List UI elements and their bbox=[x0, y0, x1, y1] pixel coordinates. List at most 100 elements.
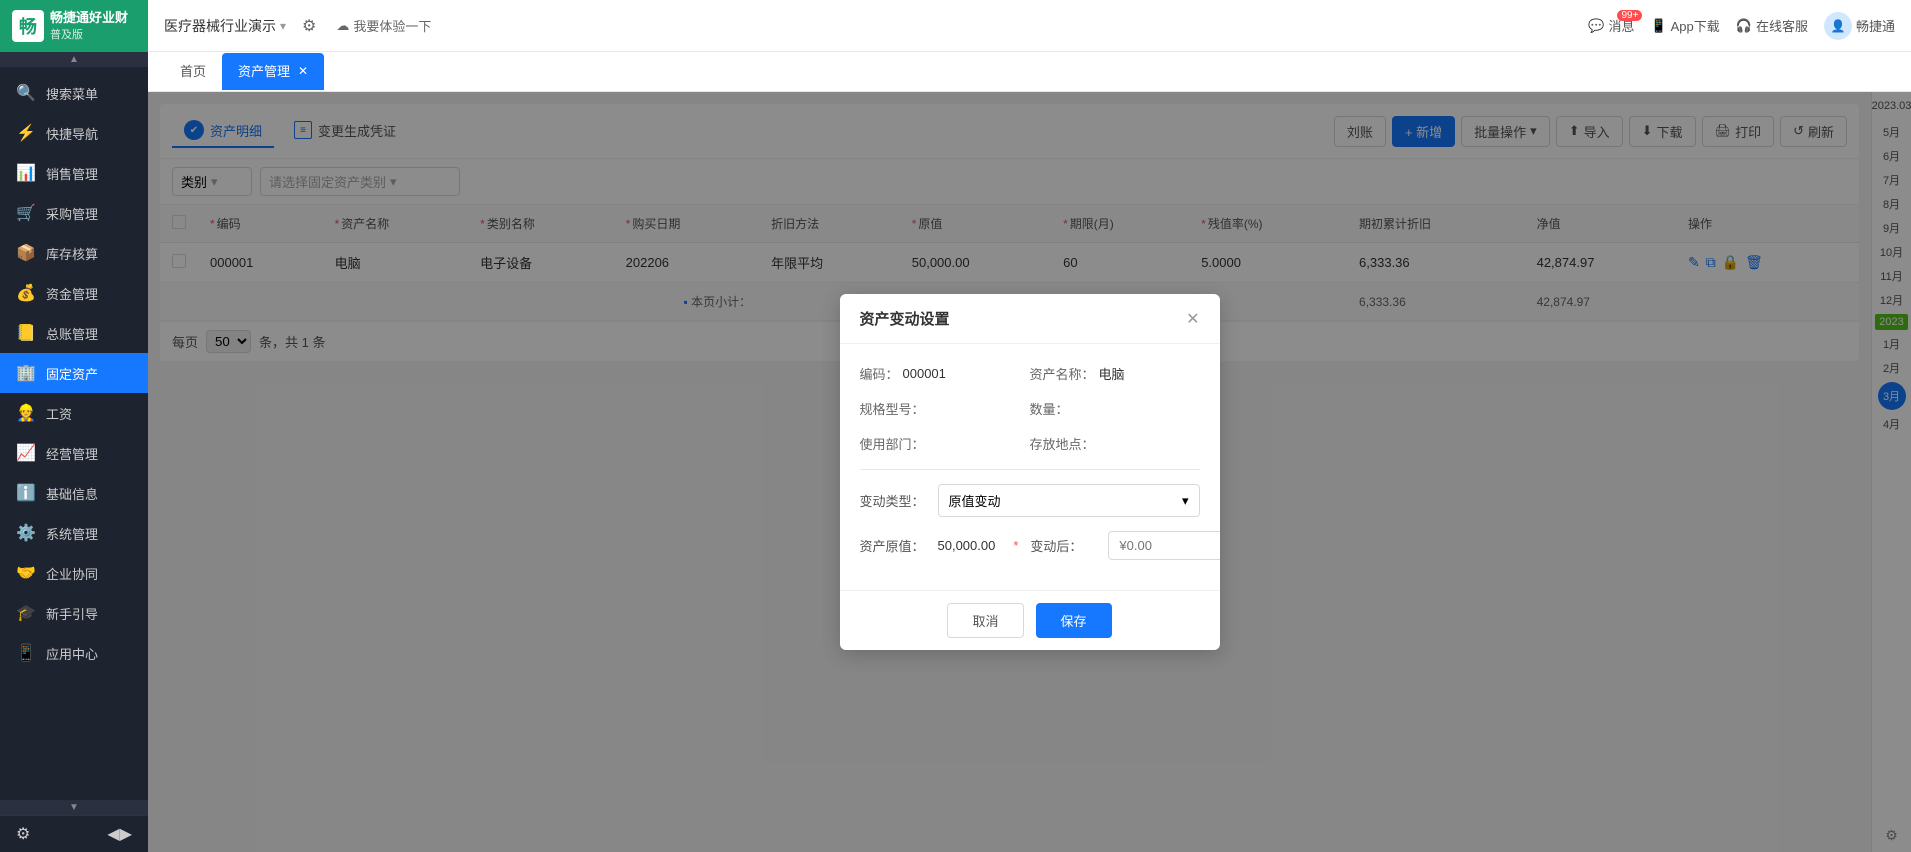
sidebar-item-management[interactable]: 📈 经营管理 bbox=[0, 433, 148, 473]
company-chevron-icon: ▾ bbox=[280, 19, 286, 33]
sidebar-item-payroll[interactable]: 👷 工资 bbox=[0, 393, 148, 433]
company-selector[interactable]: 医疗器械行业演示 ▾ bbox=[164, 16, 286, 36]
sidebar-item-label: 快捷导航 bbox=[46, 124, 98, 143]
sidebar-item-quicknav[interactable]: ⚡ 快捷导航 bbox=[0, 113, 148, 153]
asset-tab-label: 资产管理 bbox=[238, 61, 290, 80]
sidebar-item-label: 经营管理 bbox=[46, 444, 98, 463]
app-download-btn[interactable]: 📱 App下载 bbox=[1650, 16, 1719, 35]
content-area: ✔ 资产明细 ≡ 变更生成凭证 刘账 + 新增 bbox=[148, 92, 1911, 852]
feedback-btn[interactable]: ☁ 我要体验一下 bbox=[336, 16, 431, 35]
modal-info-grid: 编码： 000001 资产名称： 电脑 规格型号： 数量： bbox=[860, 360, 1200, 457]
modal-spec-label: 规格型号： bbox=[860, 399, 925, 418]
sidebar-bottom: ⚙ ◀▶ bbox=[0, 815, 148, 852]
after-change-label: 变动后： bbox=[1030, 536, 1100, 555]
sidebar: 畅 畅捷通好业财 普及版 ▲ 🔍 搜索菜单 ⚡ 快捷导航 📊 销售管理 🛒 采购… bbox=[0, 0, 148, 852]
topbar: 医疗器械行业演示 ▾ ⚙ ☁ 我要体验一下 💬 消息 99+ 📱 App下载 🎧… bbox=[148, 0, 1911, 52]
sidebar-item-basic-info[interactable]: ℹ️ 基础信息 bbox=[0, 473, 148, 513]
topbar-right: 💬 消息 99+ 📱 App下载 🎧 在线客服 👤 畅捷通 bbox=[1588, 12, 1895, 40]
guide-icon: 🎓 bbox=[16, 603, 36, 623]
sidebar-item-label: 基础信息 bbox=[46, 484, 98, 503]
system-icon: ⚙️ bbox=[16, 523, 36, 543]
sidebar-item-label: 库存核算 bbox=[46, 244, 98, 263]
app-name: 畅捷通好业财 bbox=[50, 10, 128, 27]
feedback-label: 我要体验一下 bbox=[353, 16, 431, 35]
original-value-field: 资产原值： 50,000.00 * 变动后： bbox=[860, 531, 1200, 560]
tab-close-icon[interactable]: ✕ bbox=[298, 64, 308, 78]
modal-close-icon[interactable]: ✕ bbox=[1186, 309, 1199, 329]
modal-department-label: 使用部门： bbox=[860, 434, 925, 453]
sidebar-item-label: 企业协同 bbox=[46, 564, 98, 583]
payroll-icon: 👷 bbox=[16, 403, 36, 423]
download-icon: 📱 bbox=[1650, 18, 1666, 34]
modal-spec-item: 规格型号： bbox=[860, 395, 1030, 422]
message-btn[interactable]: 💬 消息 99+ bbox=[1588, 16, 1634, 35]
sidebar-item-purchase[interactable]: 🛒 采购管理 bbox=[0, 193, 148, 233]
message-icon: 💬 bbox=[1588, 18, 1604, 34]
after-change-input[interactable] bbox=[1108, 531, 1219, 560]
sidebar-item-ledger[interactable]: 📒 总账管理 bbox=[0, 313, 148, 353]
avatar: 👤 bbox=[1824, 12, 1852, 40]
modal-location-label: 存放地点： bbox=[1030, 434, 1095, 453]
asset-change-modal: 资产变动设置 ✕ 编码： 000001 资产名称： 电脑 bbox=[840, 294, 1220, 650]
sidebar-item-inventory[interactable]: 📦 库存核算 bbox=[0, 233, 148, 273]
management-icon: 📈 bbox=[16, 443, 36, 463]
sidebar-item-label: 搜索菜单 bbox=[46, 84, 98, 103]
sidebar-item-system[interactable]: ⚙️ 系统管理 bbox=[0, 513, 148, 553]
sidebar-item-fixed-assets[interactable]: 🏢 固定资产 bbox=[0, 353, 148, 393]
message-badge: 99+ bbox=[1617, 10, 1642, 21]
collapse-icon[interactable]: ◀▶ bbox=[107, 824, 132, 844]
cancel-button[interactable]: 取消 bbox=[947, 603, 1023, 638]
settings-icon[interactable]: ⚙ bbox=[16, 824, 30, 844]
sidebar-item-label: 采购管理 bbox=[46, 204, 98, 223]
sidebar-menu: 🔍 搜索菜单 ⚡ 快捷导航 📊 销售管理 🛒 采购管理 📦 库存核算 💰 资金管… bbox=[0, 67, 148, 800]
user-profile-btn[interactable]: 👤 畅捷通 bbox=[1824, 12, 1895, 40]
change-type-value: 原值变动 bbox=[949, 491, 1001, 510]
sidebar-item-label: 应用中心 bbox=[46, 644, 98, 663]
modal-overlay: 资产变动设置 ✕ 编码： 000001 资产名称： 电脑 bbox=[148, 92, 1911, 852]
sidebar-item-label: 总账管理 bbox=[46, 324, 98, 343]
sidebar-item-enterprise[interactable]: 🤝 企业协同 bbox=[0, 553, 148, 593]
tab-asset-management[interactable]: 资产管理 ✕ bbox=[222, 53, 324, 90]
sidebar-item-apps[interactable]: 📱 应用中心 bbox=[0, 633, 148, 673]
modal-location-item: 存放地点： bbox=[1030, 430, 1200, 457]
purchase-icon: 🛒 bbox=[16, 203, 36, 223]
change-type-label: 变动类型： bbox=[860, 491, 930, 510]
modal-asset-name-label: 资产名称： bbox=[1030, 364, 1095, 383]
enterprise-icon: 🤝 bbox=[16, 563, 36, 583]
modal-header: 资产变动设置 ✕ bbox=[840, 294, 1220, 344]
change-type-select[interactable]: 原值变动 ▾ bbox=[938, 484, 1200, 517]
cloud-icon: ☁ bbox=[336, 18, 349, 34]
customer-service-btn[interactable]: 🎧 在线客服 bbox=[1736, 16, 1808, 35]
modal-body: 编码： 000001 资产名称： 电脑 规格型号： 数量： bbox=[840, 344, 1220, 590]
sidebar-item-label: 资金管理 bbox=[46, 284, 98, 303]
change-type-chevron-icon: ▾ bbox=[1182, 493, 1189, 509]
sidebar-item-label: 固定资产 bbox=[46, 364, 98, 383]
customer-service-label: 在线客服 bbox=[1756, 16, 1808, 35]
basic-info-icon: ℹ️ bbox=[16, 483, 36, 503]
funds-icon: 💰 bbox=[16, 283, 36, 303]
apps-icon: 📱 bbox=[16, 643, 36, 663]
sidebar-item-label: 工资 bbox=[46, 404, 72, 423]
app-download-label: App下载 bbox=[1671, 16, 1720, 35]
sidebar-item-search[interactable]: 🔍 搜索菜单 bbox=[0, 73, 148, 113]
ledger-icon: 📒 bbox=[16, 323, 36, 343]
sidebar-scroll-down[interactable]: ▼ bbox=[0, 800, 148, 815]
tab-home[interactable]: 首页 bbox=[164, 53, 222, 90]
modal-quantity-label: 数量： bbox=[1030, 399, 1069, 418]
sidebar-item-sales[interactable]: 📊 销售管理 bbox=[0, 153, 148, 193]
sidebar-item-label: 系统管理 bbox=[46, 524, 98, 543]
modal-code-label: 编码： bbox=[860, 364, 899, 383]
tabs-bar: 首页 资产管理 ✕ bbox=[148, 52, 1911, 92]
sidebar-scroll-up[interactable]: ▲ bbox=[0, 52, 148, 67]
search-icon: 🔍 bbox=[16, 83, 36, 103]
sidebar-item-funds[interactable]: 💰 资金管理 bbox=[0, 273, 148, 313]
app-edition: 普及版 bbox=[50, 26, 128, 42]
modal-code-value: 000001 bbox=[903, 366, 946, 381]
settings-gear-icon[interactable]: ⚙ bbox=[302, 16, 316, 36]
sidebar-item-label: 新手引导 bbox=[46, 604, 98, 623]
save-button[interactable]: 保存 bbox=[1036, 603, 1112, 638]
original-value-display: 50,000.00 bbox=[938, 532, 1006, 559]
modal-quantity-item: 数量： bbox=[1030, 395, 1200, 422]
sidebar-item-guide[interactable]: 🎓 新手引导 bbox=[0, 593, 148, 633]
modal-code-item: 编码： 000001 bbox=[860, 360, 1030, 387]
